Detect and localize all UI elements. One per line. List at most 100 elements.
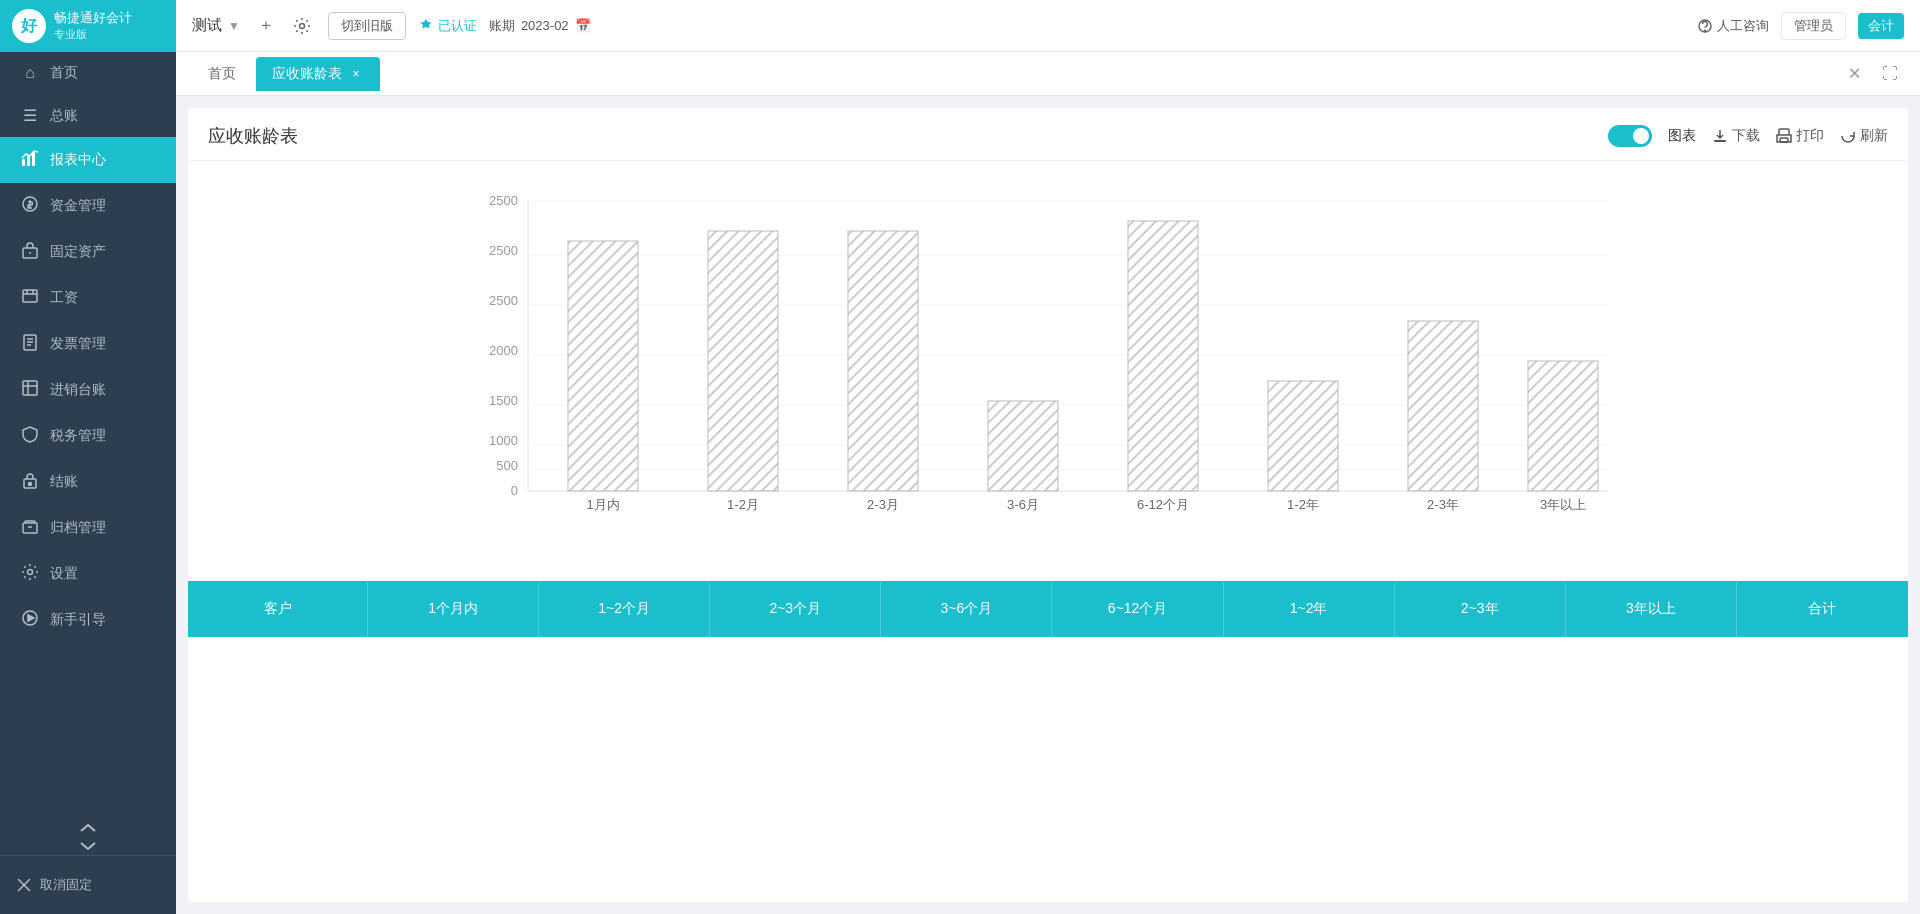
sidebar-item-tax[interactable]: 税务管理 [0,413,176,459]
tab-close-icon[interactable]: × [348,66,364,82]
sidebar-label-sales: 进销台账 [50,381,106,399]
bar-1 [568,241,638,491]
sidebar-scroll-down[interactable] [0,837,176,855]
th-6-12month: 6~12个月 [1052,581,1223,637]
sidebar-label-archive: 归档管理 [50,519,106,537]
svg-text:2000: 2000 [489,343,518,358]
th-2-3month: 2~3个月 [710,581,881,637]
logo-icon: 好 [12,9,46,43]
funds-icon [20,195,40,217]
th-1-2month: 1~2个月 [539,581,710,637]
sidebar-item-guide[interactable]: 新手引导 [0,597,176,643]
main-area: 测试 ▼ ＋ 切到旧版 已认证 账期 2023-02 📅 人工咨询 管理员 会计 [176,0,1920,914]
svg-text:2500: 2500 [489,293,518,308]
table-header: 客户 1个月内 1~2个月 2~3个月 3~6个月 6~12个月 1~2年 2~… [188,581,1908,637]
home-icon: ⌂ [20,64,40,82]
expand-window-button[interactable]: ⛶ [1876,60,1904,88]
archive-icon [20,517,40,539]
reports-icon [20,149,40,171]
svg-text:3年以上: 3年以上 [1540,497,1586,512]
svg-rect-1 [27,155,30,166]
period-label: 账期 [489,17,515,35]
support-label: 人工咨询 [1717,17,1769,35]
page-container: 应收账龄表 图表 下载 打印 刷新 [188,108,1908,902]
svg-text:0: 0 [511,483,518,498]
bar-2 [708,231,778,491]
sidebar-label-settings: 设置 [50,565,78,583]
support-button[interactable]: 人工咨询 [1697,17,1769,35]
unpin-button[interactable]: 取消固定 [0,866,176,904]
download-button[interactable]: 下载 [1712,127,1760,145]
sidebar-item-reports[interactable]: 报表中心 [0,137,176,183]
gear-icon [20,563,40,585]
settings-button[interactable] [288,12,316,40]
bar-7 [1408,321,1478,491]
period-info: 账期 2023-02 📅 [489,17,591,35]
svg-rect-18 [23,523,37,533]
header-actions: ＋ [252,12,316,40]
svg-text:2-3月: 2-3月 [867,497,899,512]
svg-rect-30 [1780,138,1788,142]
tab-home-label: 首页 [208,65,236,83]
sidebar-item-sales[interactable]: 进销台账 [0,367,176,413]
svg-text:1月内: 1月内 [586,497,619,512]
sidebar-label-guide: 新手引导 [50,611,106,629]
sidebar-item-invoice[interactable]: 发票管理 [0,321,176,367]
sidebar-item-archive[interactable]: 归档管理 [0,505,176,551]
svg-text:2500: 2500 [489,193,518,208]
sidebar-label-invoice: 发票管理 [50,335,106,353]
sidebar-item-payroll[interactable]: 工资 [0,275,176,321]
th-1-2year: 1~2年 [1224,581,1395,637]
tabs-bar: 首页 应收账龄表 × ✕ ⛶ [176,52,1920,96]
bar-chart: 2500 2500 2500 2000 1500 1000 500 0 [208,181,1888,561]
sidebar-item-fixed-assets[interactable]: 固定资产 [0,229,176,275]
tab-home[interactable]: 首页 [192,57,252,91]
th-3-6month: 3~6个月 [881,581,1052,637]
sidebar-nav: ⌂ 首页 ☰ 总账 报表中心 资金管理 固定资产 [0,52,176,819]
svg-text:1-2月: 1-2月 [727,497,759,512]
sidebar-label-fixed-assets: 固定资产 [50,243,106,261]
verified-label: 已认证 [438,17,477,35]
sidebar-label-home: 首页 [50,64,78,82]
svg-rect-0 [22,159,25,166]
sidebar-item-settings[interactable]: 设置 [0,551,176,597]
svg-marker-22 [28,615,34,621]
download-label: 下载 [1732,127,1760,145]
svg-text:2-3年: 2-3年 [1427,497,1459,512]
svg-rect-13 [23,381,37,395]
tab-ar-aging-label: 应收账龄表 [272,65,342,83]
manager-button[interactable]: 管理员 [1781,12,1846,40]
sidebar-label-close: 结账 [50,473,78,491]
print-button[interactable]: 打印 [1776,127,1824,145]
svg-text:1000: 1000 [489,433,518,448]
sidebar-label-ledger: 总账 [50,107,78,125]
close-window-button[interactable]: ✕ [1840,60,1868,88]
sidebar-item-home[interactable]: ⌂ 首页 [0,52,176,94]
company-selector[interactable]: 测试 ▼ [192,16,240,35]
invoice-icon [20,333,40,355]
sidebar-item-ledger[interactable]: ☰ 总账 [0,94,176,137]
payroll-icon [20,287,40,309]
chart-area: 2500 2500 2500 2000 1500 1000 500 0 [188,161,1908,581]
calendar-icon[interactable]: 📅 [575,18,591,33]
switch-version-button[interactable]: 切到旧版 [328,12,406,40]
svg-rect-28 [1714,140,1726,142]
sidebar-label-funds: 资金管理 [50,197,106,215]
sidebar-item-funds[interactable]: 资金管理 [0,183,176,229]
tab-ar-aging[interactable]: 应收账龄表 × [256,57,380,91]
bar-6 [1268,381,1338,491]
tax-icon [20,425,40,447]
sidebar-item-close[interactable]: 结账 [0,459,176,505]
th-2-3year: 2~3年 [1395,581,1566,637]
svg-text:2500: 2500 [489,243,518,258]
sidebar-scroll-up[interactable] [0,819,176,837]
refresh-button[interactable]: 刷新 [1840,127,1888,145]
sidebar-label-tax: 税务管理 [50,427,106,445]
svg-text:1500: 1500 [489,393,518,408]
svg-text:500: 500 [496,458,518,473]
chart-toggle-label: 图表 [1668,127,1696,145]
th-customer: 客户 [188,581,368,637]
add-button[interactable]: ＋ [252,12,280,40]
chart-toggle[interactable] [1608,125,1652,147]
refresh-label: 刷新 [1860,127,1888,145]
